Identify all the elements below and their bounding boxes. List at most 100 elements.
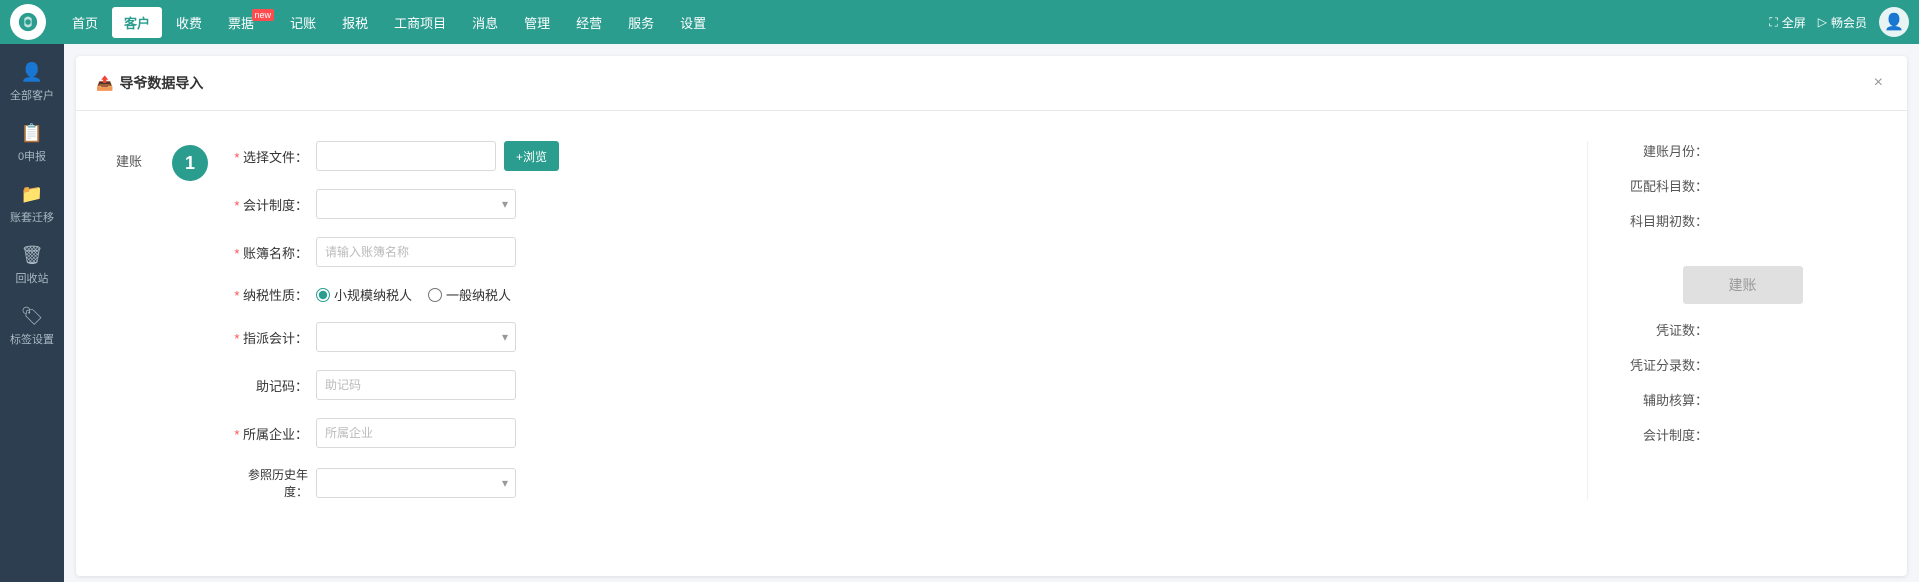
info-buttons: 建账 [1618, 256, 1867, 304]
nav-item-bizprojects[interactable]: 工商项目 [382, 7, 458, 38]
tax-nature-row: 纳税性质： 小规模纳税人 一般纳税人 [228, 285, 1567, 304]
step-label: 建账 [116, 151, 142, 170]
nav-item-tax[interactable]: 报税 [330, 7, 380, 38]
account-period-label: 科目期初数： [1618, 211, 1708, 230]
sidebar-item-label-account-transfer: 账套迁移 [10, 209, 54, 225]
dialog-close-button[interactable]: × [1870, 70, 1887, 96]
top-nav: 首页 客户 收费 票据 new 记账 报税 工商项目 消息 管理 经营 服务 设… [0, 0, 1919, 44]
memo-code-input[interactable] [316, 370, 516, 400]
ledger-name-row: 账簿名称： [228, 237, 1567, 267]
tax-option-small[interactable]: 小规模纳税人 [316, 285, 412, 304]
sidebar-item-label-tag-settings: 标签设置 [10, 331, 54, 347]
create-account-button[interactable]: 建账 [1683, 266, 1803, 304]
sidebar-item-label-recycle: 回收站 [16, 270, 49, 286]
info-accounting-system-label: 会计制度： [1618, 425, 1708, 444]
ref-year-row: 参照历史年度： [228, 466, 1567, 500]
sidebar-item-declare[interactable]: 📋 0申报 [4, 115, 60, 172]
tax-radio-small[interactable] [316, 288, 330, 302]
sidebar-item-all-clients[interactable]: 👤 全部客户 [4, 54, 60, 111]
tax-nature-radio-group: 小规模纳税人 一般纳税人 [316, 285, 511, 304]
tag-settings-icon: 🏷 [21, 306, 44, 327]
sidebar-item-tag-settings[interactable]: 🏷 标签设置 [4, 298, 60, 355]
form-fields: 选择文件： +浏览 会计制度： [228, 141, 1567, 500]
dialog-body: 建账 1 选择文件： +浏览 会计制度： [76, 111, 1907, 530]
nav-item-messages[interactable]: 消息 [460, 7, 510, 38]
new-badge: new [252, 9, 275, 22]
vip-button[interactable]: ▷ 畅会员 [1818, 14, 1867, 31]
file-input[interactable] [316, 141, 496, 171]
dialog-title-icon: 📤 [96, 75, 113, 92]
step-badge: 1 [172, 145, 208, 181]
company-row: 所属企业： [228, 418, 1567, 448]
fullscreen-label: 全屏 [1782, 14, 1806, 31]
accounting-system-label: 会计制度： [228, 195, 308, 214]
recycle-icon: 🗑 [21, 245, 44, 266]
nav-item-invoices[interactable]: 票据 new [216, 7, 276, 38]
nav-item-billing[interactable]: 收费 [164, 7, 214, 38]
fullscreen-button[interactable]: ⛶ 全屏 [1769, 14, 1805, 31]
account-period-row: 科目期初数： [1618, 211, 1867, 230]
tax-option-small-label: 小规模纳税人 [334, 285, 412, 304]
assign-accountant-row: 指派会计： [228, 322, 1567, 352]
user-avatar[interactable]: 👤 [1879, 7, 1909, 37]
dialog-title: 📤 导爷数据导入 [96, 73, 203, 93]
match-accounts-row: 匹配科目数： [1618, 176, 1867, 195]
sidebar: 👤 全部客户 📋 0申报 📁 账套迁移 🗑 回收站 🏷 标签设置 [0, 44, 64, 582]
match-accounts-label: 匹配科目数： [1618, 176, 1708, 195]
dialog-header: 📤 导爷数据导入 × [76, 56, 1907, 111]
memo-code-row: 助记码： [228, 370, 1567, 400]
ledger-name-label: 账簿名称： [228, 243, 308, 262]
form-section: 建账 1 选择文件： +浏览 会计制度： [116, 141, 1567, 500]
accounting-system-row: 会计制度： [228, 189, 1567, 219]
ref-year-select-wrapper [316, 468, 516, 498]
tax-option-general[interactable]: 一般纳税人 [428, 285, 511, 304]
company-label: 所属企业： [228, 424, 308, 443]
nav-item-management[interactable]: 管理 [512, 7, 562, 38]
browse-button[interactable]: +浏览 [504, 141, 559, 171]
accounting-system-select-wrapper [316, 189, 516, 219]
company-input[interactable] [316, 418, 516, 448]
declare-icon: 📋 [21, 123, 43, 144]
account-transfer-icon: 📁 [21, 184, 43, 205]
accounting-system-select[interactable] [316, 189, 516, 219]
setup-month-label: 建账月份： [1618, 141, 1708, 160]
sidebar-item-account-transfer[interactable]: 📁 账套迁移 [4, 176, 60, 233]
nav-item-accounting[interactable]: 记账 [278, 7, 328, 38]
vouchers-row: 凭证数： [1618, 320, 1867, 339]
nav-item-clients[interactable]: 客户 [112, 7, 162, 38]
nav-item-services[interactable]: 服务 [616, 7, 666, 38]
dialog-card: 📤 导爷数据导入 × 建账 1 选择文件： +浏览 [76, 56, 1907, 576]
sidebar-item-recycle[interactable]: 🗑 回收站 [4, 237, 60, 294]
memo-code-label: 助记码： [228, 376, 308, 395]
dialog-title-text: 导爷数据导入 [119, 73, 203, 93]
nav-item-operations[interactable]: 经营 [564, 7, 614, 38]
info-accounting-system-row: 会计制度： [1618, 425, 1867, 444]
main-layout: 👤 全部客户 📋 0申报 📁 账套迁移 🗑 回收站 🏷 标签设置 📤 导 [0, 44, 1919, 582]
app-logo [10, 4, 46, 40]
file-row: 选择文件： +浏览 [228, 141, 1567, 171]
nav-item-settings[interactable]: 设置 [668, 7, 718, 38]
aux-accounting-row: 辅助核算： [1618, 390, 1867, 409]
content-area: 📤 导爷数据导入 × 建账 1 选择文件： +浏览 [64, 44, 1919, 582]
setup-month-row: 建账月份： [1618, 141, 1867, 160]
vouchers-label: 凭证数： [1618, 320, 1708, 339]
aux-accounting-label: 辅助核算： [1618, 390, 1708, 409]
nav-item-home[interactable]: 首页 [60, 7, 110, 38]
vip-icon: ▷ [1818, 15, 1827, 29]
file-label: 选择文件： [228, 147, 308, 166]
assign-accountant-select[interactable] [316, 322, 516, 352]
info-section: 建账月份： 匹配科目数： 科目期初数： 建账 [1587, 141, 1867, 500]
ledger-name-input[interactable] [316, 237, 516, 267]
voucher-entries-label: 凭证分录数： [1618, 355, 1708, 374]
sidebar-item-label-all-clients: 全部客户 [10, 87, 54, 103]
ref-year-select[interactable] [316, 468, 516, 498]
tax-nature-label: 纳税性质： [228, 285, 308, 304]
ref-year-label: 参照历史年度： [228, 466, 308, 500]
assign-accountant-label: 指派会计： [228, 328, 308, 347]
fullscreen-icon: ⛶ [1769, 15, 1777, 30]
avatar-icon: 👤 [1884, 12, 1904, 32]
nav-items: 首页 客户 收费 票据 new 记账 报税 工商项目 消息 管理 经营 服务 设… [60, 7, 1769, 38]
sidebar-item-label-declare: 0申报 [18, 148, 46, 164]
tax-radio-general[interactable] [428, 288, 442, 302]
nav-right: ⛶ 全屏 ▷ 畅会员 👤 [1769, 7, 1909, 37]
